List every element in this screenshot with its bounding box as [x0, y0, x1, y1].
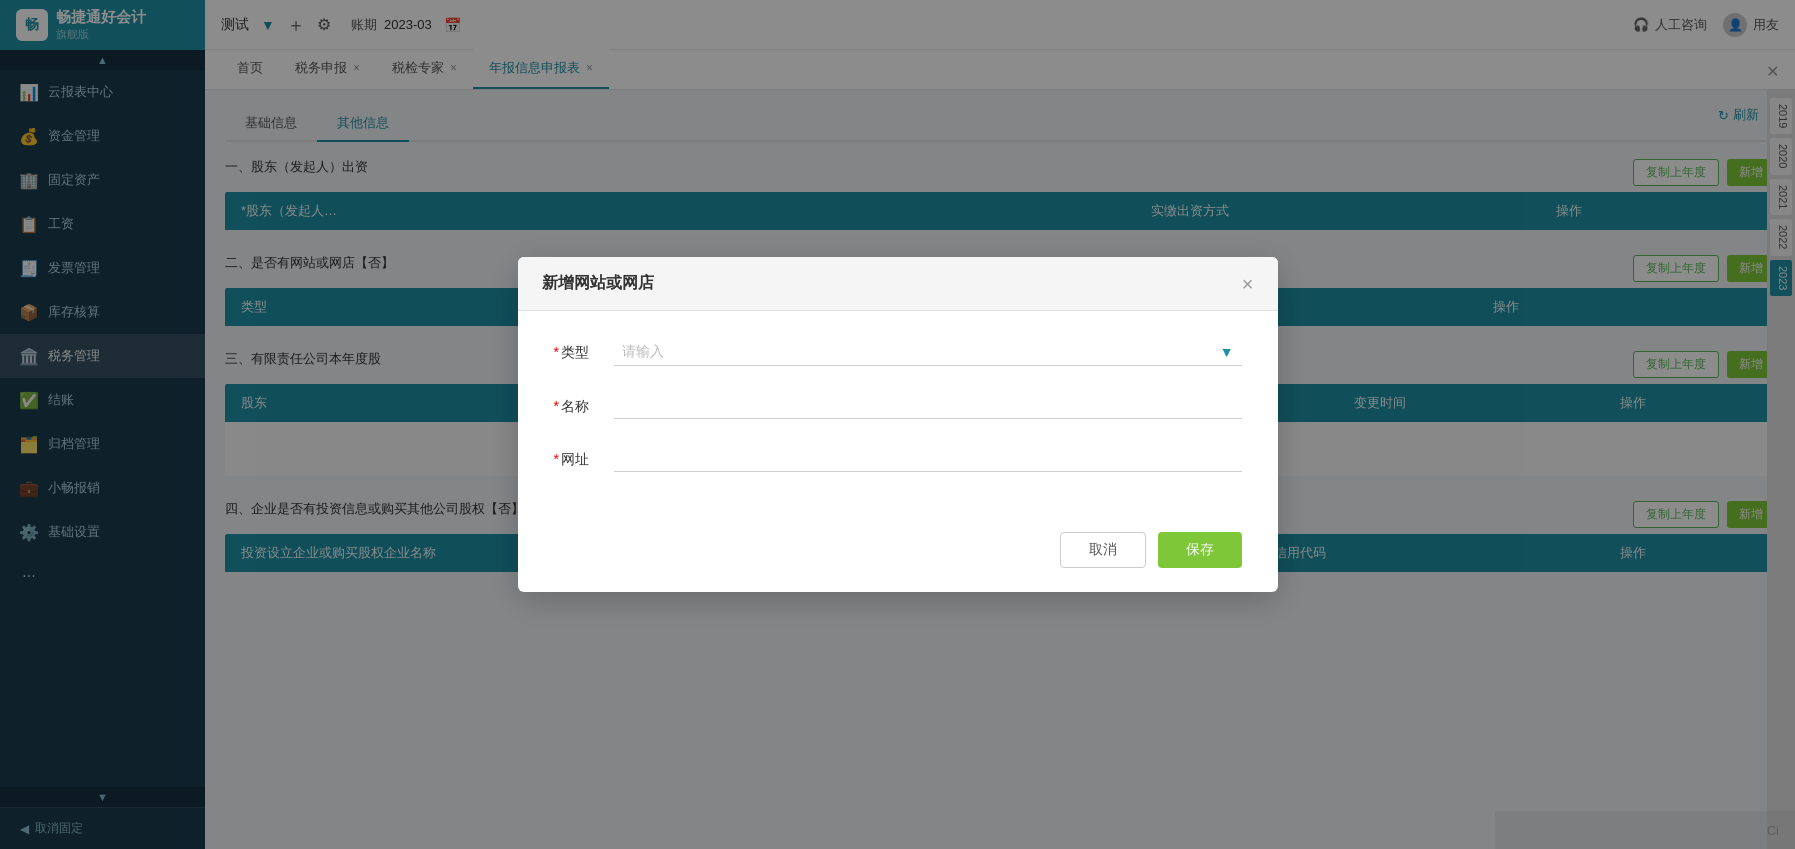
url-label: *网址: [554, 451, 614, 469]
type-label: *类型: [554, 344, 614, 362]
form-row-url: *网址: [554, 447, 1242, 472]
modal-add-website: 新增网站或网店 × *类型 请输入 ▼ *名称: [518, 257, 1278, 592]
modal-body: *类型 请输入 ▼ *名称 *网址: [518, 311, 1278, 516]
modal-footer: 取消 保存: [518, 516, 1278, 592]
required-star-type: *: [554, 344, 559, 360]
name-input[interactable]: [614, 394, 1242, 419]
type-placeholder: 请输入: [622, 343, 1220, 361]
type-select[interactable]: 请输入 ▼: [614, 339, 1242, 366]
cancel-button[interactable]: 取消: [1060, 532, 1146, 568]
modal-header: 新增网站或网店 ×: [518, 257, 1278, 311]
required-star-url: *: [554, 451, 559, 467]
modal-close-button[interactable]: ×: [1242, 274, 1254, 294]
form-row-type: *类型 请输入 ▼: [554, 339, 1242, 366]
save-button[interactable]: 保存: [1158, 532, 1242, 568]
select-arrow-icon: ▼: [1220, 344, 1234, 360]
modal-overlay: 新增网站或网店 × *类型 请输入 ▼ *名称: [0, 0, 1795, 849]
modal-title: 新增网站或网店: [542, 273, 654, 294]
url-input[interactable]: [614, 447, 1242, 472]
name-label: *名称: [554, 398, 614, 416]
form-row-name: *名称: [554, 394, 1242, 419]
required-star-name: *: [554, 398, 559, 414]
